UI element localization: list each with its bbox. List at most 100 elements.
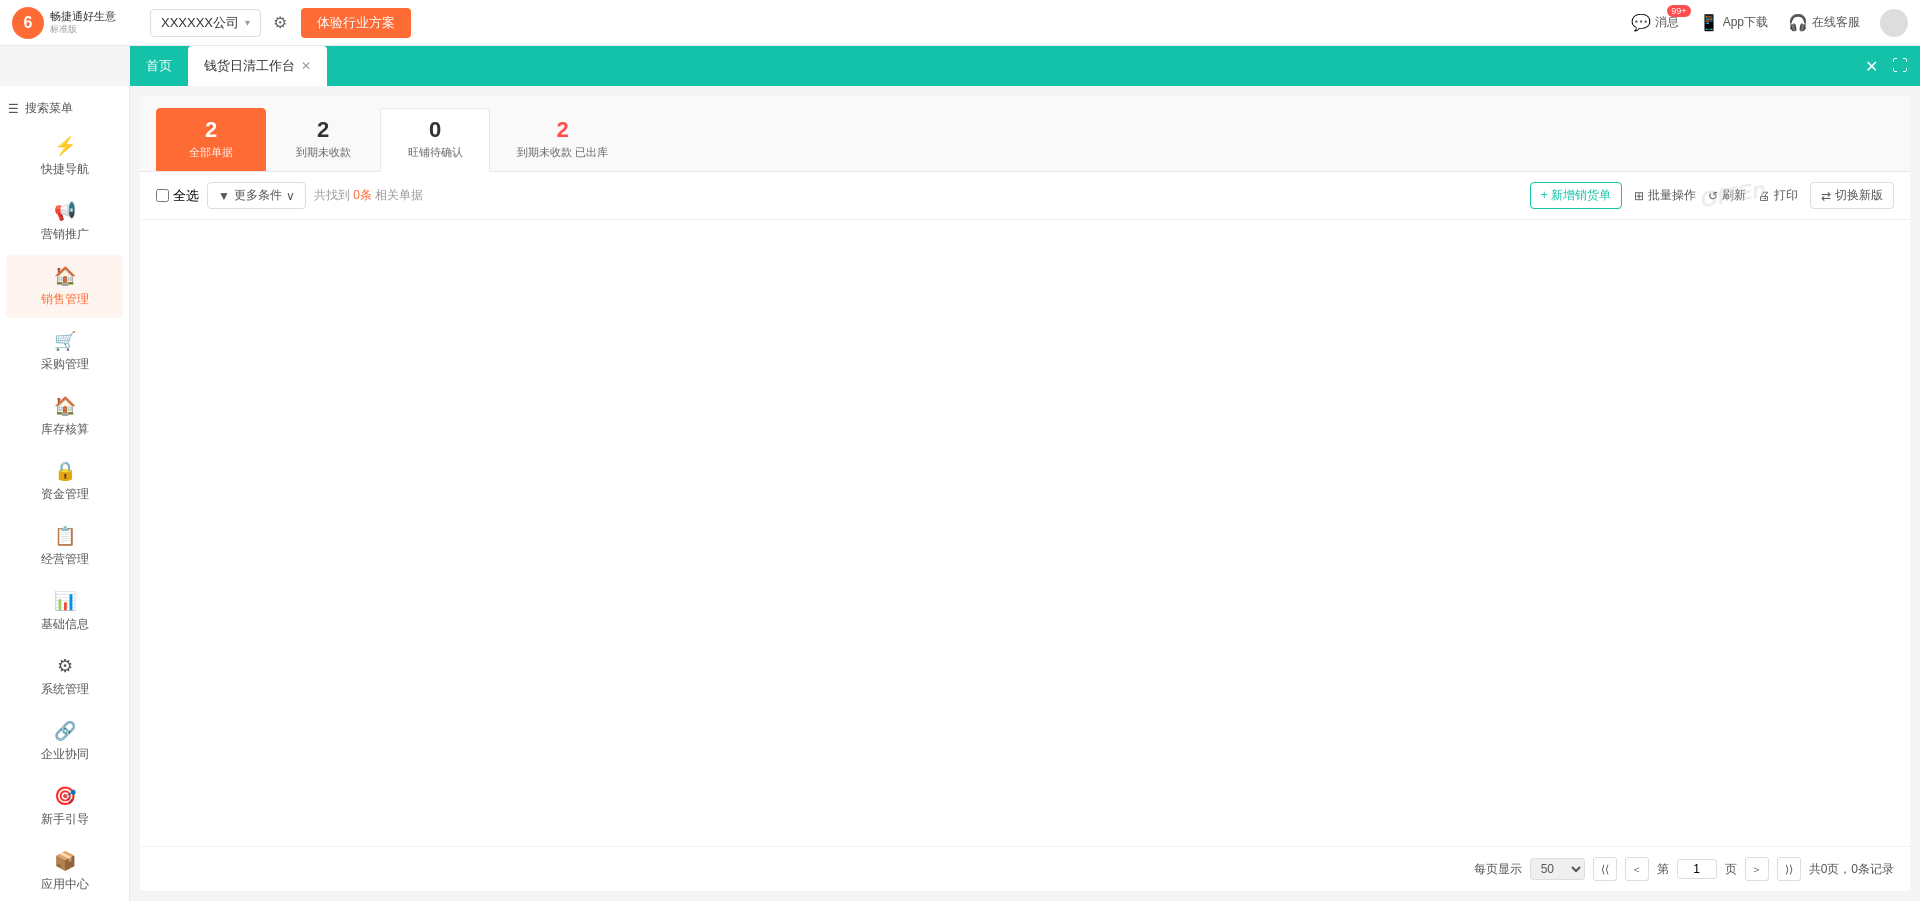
online-service-action[interactable]: 🎧 在线客服 [1788, 13, 1860, 32]
last-page-button[interactable]: ⟩⟩ [1777, 857, 1801, 881]
app-logo: 6 [12, 7, 44, 39]
sidebar-item-search-menu[interactable]: ☰ 搜索菜单 [0, 94, 129, 123]
sidebar-item-operation[interactable]: 📋 经营管理 [6, 515, 123, 578]
settings-button[interactable]: ⚙ [269, 9, 291, 36]
download-icon: 📱 [1699, 13, 1719, 32]
tab-bar-right: ✕ ⛶ [1861, 53, 1920, 80]
refresh-button[interactable]: ↺ 刷新 [1708, 187, 1746, 204]
system-label: 系统管理 [41, 681, 89, 698]
per-page-select[interactable]: 50 10 20 100 [1530, 858, 1585, 880]
inventory-icon: 🏠 [54, 395, 76, 417]
app-center-icon: 📦 [54, 850, 76, 872]
stat-tab-overdue-unstocked[interactable]: 2 到期未收款 已出库 [492, 108, 633, 171]
new-sales-order-button[interactable]: + 新增销货单 [1530, 182, 1622, 209]
search-menu-icon: ☰ [8, 102, 19, 116]
tab-minimize-icon[interactable]: ✕ [1861, 53, 1882, 80]
sidebar-item-app-center[interactable]: 📦 应用中心 [6, 840, 123, 901]
purchase-label: 采购管理 [41, 356, 89, 373]
sidebar-item-marketing[interactable]: 📢 营销推广 [6, 190, 123, 253]
company-dropdown-icon: ▾ [245, 17, 250, 28]
search-menu-label: 搜索菜单 [25, 100, 73, 117]
message-badge: 99+ [1667, 5, 1690, 17]
finance-icon: 🔒 [54, 460, 76, 482]
select-all-input[interactable] [156, 189, 169, 202]
switch-label: 切换新版 [1835, 187, 1883, 204]
stat-tab-pending[interactable]: 0 旺铺待确认 [380, 108, 490, 172]
toolbar: 全选 ▼ 更多条件 ∨ 共找到 0条 相关单据 + 新增销货单 [140, 172, 1910, 220]
batch-icon: ⊞ [1634, 189, 1644, 203]
sidebar-item-quick-nav[interactable]: ⚡ 快捷导航 [6, 125, 123, 188]
next-page-button[interactable]: ＞ [1745, 857, 1769, 881]
quick-nav-icon: ⚡ [54, 135, 76, 157]
batch-operation-button[interactable]: ⊞ 批量操作 [1634, 187, 1696, 204]
service-icon: 🎧 [1788, 13, 1808, 32]
stat-overdue-label: 到期未收款 [296, 145, 351, 160]
sidebar-item-inventory[interactable]: 🏠 库存核算 [6, 385, 123, 448]
header-right: 💬 消息 99+ 📱 App下载 🎧 在线客服 [1631, 9, 1908, 37]
app-name-area: 畅捷通好生意 标准版 [50, 9, 116, 36]
sidebar-item-system[interactable]: ⚙ 系统管理 [6, 645, 123, 708]
tab-close-icon[interactable]: ✕ [301, 59, 311, 73]
table-area [140, 220, 1910, 846]
company-selector[interactable]: XXXXXX公司 ▾ [150, 9, 261, 37]
print-label: 打印 [1774, 187, 1798, 204]
quick-nav-label: 快捷导航 [41, 161, 89, 178]
tab-work-label: 钱货日清工作台 [204, 57, 295, 75]
tab-work[interactable]: 钱货日清工作台 ✕ [188, 46, 327, 86]
current-page-input[interactable] [1677, 859, 1717, 879]
company-name: XXXXXX公司 [161, 14, 239, 32]
tab-home[interactable]: 首页 [130, 46, 188, 86]
sidebar-item-basic-info[interactable]: 📊 基础信息 [6, 580, 123, 643]
batch-label: 批量操作 [1648, 187, 1696, 204]
tab-home-label: 首页 [146, 57, 172, 75]
basic-info-icon: 📊 [54, 590, 76, 612]
content-area: 2 全部单据 2 到期未收款 0 旺铺待确认 2 到期未收款 已出库 [130, 86, 1920, 901]
refresh-label: 刷新 [1722, 187, 1746, 204]
sales-icon: 🏠 [54, 265, 76, 287]
stat-tab-overdue-unpaid[interactable]: 2 到期未收款 [268, 108, 378, 171]
match-count: 0条 [353, 188, 372, 202]
system-icon: ⚙ [57, 655, 73, 677]
guide-label: 新手引导 [41, 811, 89, 828]
print-button[interactable]: 🖨 打印 [1758, 187, 1798, 204]
sidebar-item-finance[interactable]: 🔒 资金管理 [6, 450, 123, 513]
switch-new-version-button[interactable]: ⇄ 切换新版 [1810, 182, 1894, 209]
app-center-label: 应用中心 [41, 876, 89, 893]
enterprise-label: 企业协同 [41, 746, 89, 763]
sidebar-item-guide[interactable]: 🎯 新手引导 [6, 775, 123, 838]
stat-unstocked-label: 到期未收款 已出库 [517, 145, 608, 160]
sidebar: ☰ 搜索菜单 ⚡ 快捷导航 📢 营销推广 🏠 销售管理 🛒 采购管理 🏠 库存核… [0, 86, 130, 901]
sidebar-item-sales[interactable]: 🏠 销售管理 [6, 255, 123, 318]
avatar-area[interactable] [1880, 9, 1908, 37]
stat-pending-label: 旺铺待确认 [408, 145, 463, 160]
toolbar-right: + 新增销货单 ⊞ 批量操作 ↺ 刷新 🖨 打印 ⇄ [1530, 182, 1894, 209]
app-download-action[interactable]: 📱 App下载 [1699, 13, 1768, 32]
logo-area: 6 畅捷通好生意 标准版 [12, 7, 142, 39]
online-service-label: 在线客服 [1812, 14, 1860, 31]
inner-page: 2 全部单据 2 到期未收款 0 旺铺待确认 2 到期未收款 已出库 [140, 96, 1910, 891]
sidebar-item-purchase[interactable]: 🛒 采购管理 [6, 320, 123, 383]
more-filter-button[interactable]: ▼ 更多条件 ∨ [207, 182, 306, 209]
experience-button[interactable]: 体验行业方案 [301, 8, 411, 38]
top-header: 6 畅捷通好生意 标准版 XXXXXX公司 ▾ ⚙ 体验行业方案 💬 消息 99… [0, 0, 1920, 46]
filter-icon: ▼ [218, 189, 230, 203]
refresh-icon: ↺ [1708, 189, 1718, 203]
select-all-checkbox[interactable]: 全选 [156, 187, 199, 205]
message-action[interactable]: 💬 消息 99+ [1631, 13, 1679, 32]
marketing-icon: 📢 [54, 200, 76, 222]
tab-maximize-icon[interactable]: ⛶ [1888, 53, 1912, 79]
main-layout: ☰ 搜索菜单 ⚡ 快捷导航 📢 营销推广 🏠 销售管理 🛒 采购管理 🏠 库存核… [0, 86, 1920, 901]
finance-label: 资金管理 [41, 486, 89, 503]
enterprise-icon: 🔗 [54, 720, 76, 742]
tab-bar: 首页 钱货日清工作台 ✕ ✕ ⛶ [130, 46, 1920, 86]
pagination-bar: 每页显示 50 10 20 100 ⟨⟨ ＜ 第 页 ＞ ⟩⟩ 共0页，0条记录 [140, 846, 1910, 891]
switch-icon: ⇄ [1821, 189, 1831, 203]
app-download-label: App下载 [1723, 14, 1768, 31]
stat-all-count: 2 [205, 117, 217, 143]
stat-pending-count: 0 [429, 117, 441, 143]
filter-dropdown-icon: ∨ [286, 189, 295, 203]
first-page-button[interactable]: ⟨⟨ [1593, 857, 1617, 881]
prev-page-button[interactable]: ＜ [1625, 857, 1649, 881]
stat-tab-all[interactable]: 2 全部单据 [156, 108, 266, 171]
sidebar-item-enterprise[interactable]: 🔗 企业协同 [6, 710, 123, 773]
